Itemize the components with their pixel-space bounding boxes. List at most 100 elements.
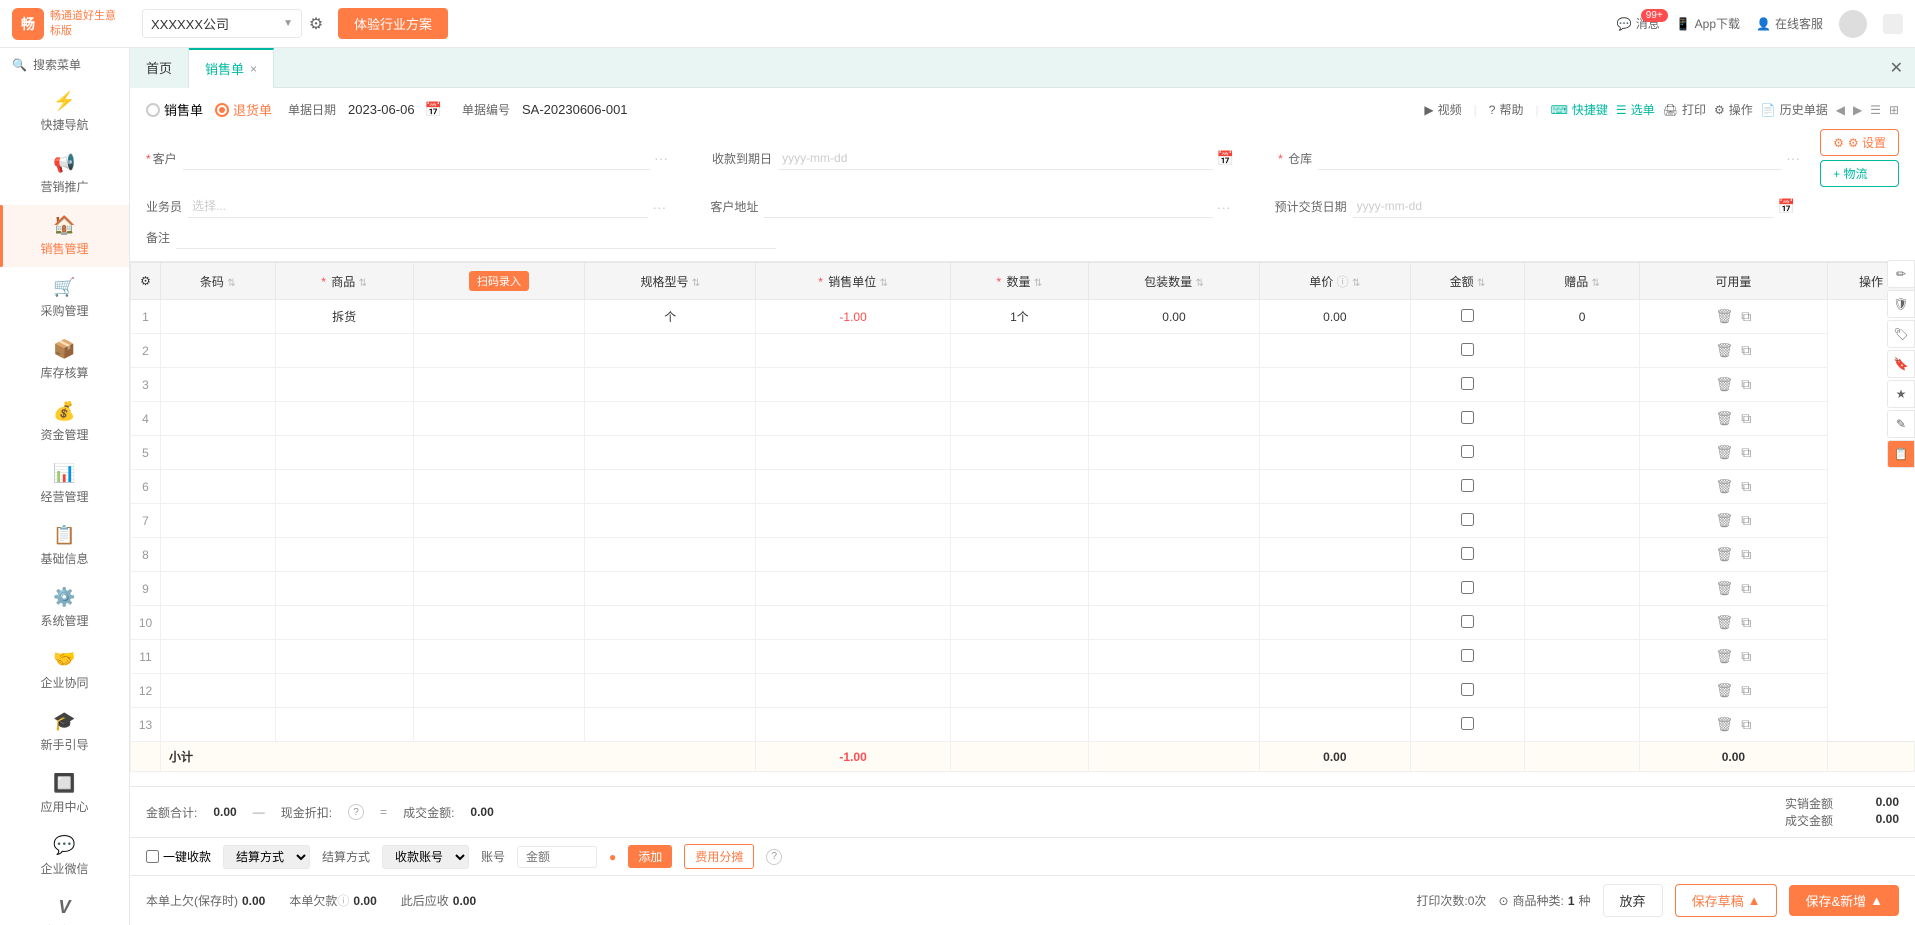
sidebar-item-finance[interactable]: 💰 资金管理: [0, 391, 129, 453]
table-container[interactable]: ⚙ 条码 ⇅ * 商品 ⇅ 扫码录入: [130, 262, 1915, 786]
radio-sale-order[interactable]: 销售单: [146, 100, 203, 119]
delete-row-btn[interactable]: 🗑: [1713, 510, 1735, 531]
salesperson-dots-btn[interactable]: ···: [648, 199, 670, 215]
settings-button[interactable]: ⚙: [302, 10, 330, 38]
expense-split-btn[interactable]: 费用分摊: [684, 844, 754, 869]
date-calendar-icon[interactable]: 📅: [421, 101, 446, 118]
th-unit[interactable]: * 销售单位 ⇅: [756, 263, 951, 300]
customer-input[interactable]: [183, 147, 650, 170]
row-unit[interactable]: 个: [585, 300, 756, 334]
sidebar-search[interactable]: 🔍 搜索菜单: [0, 48, 129, 81]
toolbar-print[interactable]: 🖨 打印: [1663, 101, 1706, 118]
payment-amount-input[interactable]: [517, 846, 597, 868]
row-gift-checkbox[interactable]: [1410, 300, 1525, 334]
toolbar-operation[interactable]: ⚙ 操作: [1714, 101, 1753, 118]
delete-row-btn[interactable]: 🗑: [1713, 306, 1735, 327]
right-panel-star[interactable]: ★: [1887, 380, 1915, 408]
addr-dots-btn[interactable]: ···: [1213, 199, 1235, 215]
warehouse-input[interactable]: 建材仓: [1318, 147, 1782, 170]
delete-row-btn[interactable]: 🗑: [1713, 408, 1735, 429]
toolbar-select[interactable]: ☰ 选单: [1616, 101, 1655, 118]
sidebar-item-app-center[interactable]: 🔲 应用中心: [0, 763, 129, 825]
copy-row-btn[interactable]: ⧉: [1739, 578, 1753, 599]
toolbar-help[interactable]: ? 帮助: [1489, 101, 1524, 118]
company-selector[interactable]: XXXXXX公司 ▼: [142, 9, 302, 38]
row-barcode[interactable]: [161, 300, 276, 334]
delete-row-btn[interactable]: 🗑: [1713, 476, 1735, 497]
avatar[interactable]: [1839, 10, 1867, 38]
customer-dots-btn[interactable]: ···: [650, 150, 672, 166]
th-gift[interactable]: 赠品 ⇅: [1525, 263, 1640, 300]
tab-sales-order[interactable]: 销售单 ×: [189, 48, 274, 88]
copy-row-btn[interactable]: ⧉: [1739, 510, 1753, 531]
row-spec[interactable]: [413, 300, 585, 334]
warehouse-dots-btn[interactable]: ···: [1782, 150, 1804, 166]
sidebar-item-quick-nav[interactable]: ⚡ 快捷导航: [0, 81, 129, 143]
app-download-button[interactable]: 📱 App下载: [1676, 15, 1740, 32]
one-click-checkbox[interactable]: [146, 850, 159, 863]
delete-row-btn[interactable]: 🗑: [1713, 544, 1735, 565]
sidebar-item-wechat[interactable]: 💬 企业微信: [0, 825, 129, 887]
th-quantity[interactable]: * 数量 ⇅: [950, 263, 1088, 300]
copy-row-btn[interactable]: ⧉: [1739, 680, 1753, 701]
sidebar-item-operations[interactable]: 📊 经营管理: [0, 453, 129, 515]
right-panel-action[interactable]: 📋: [1887, 440, 1915, 468]
copy-row-btn[interactable]: ⧉: [1739, 442, 1753, 463]
save-new-btn[interactable]: 保存&新增 ▲: [1789, 885, 1899, 916]
window-close-icon[interactable]: ✕: [1890, 60, 1903, 77]
delete-row-btn[interactable]: 🗑: [1713, 646, 1735, 667]
toolbar-shortcut[interactable]: ⌨ 快捷键: [1551, 101, 1608, 118]
expected-date-cal-icon[interactable]: 📅: [1774, 198, 1799, 215]
th-barcode[interactable]: 条码 ⇅: [161, 263, 276, 300]
th-amount[interactable]: 金额 ⇅: [1410, 263, 1525, 300]
copy-row-btn[interactable]: ⧉: [1739, 544, 1753, 565]
sidebar-item-sales[interactable]: 🏠 销售管理: [0, 205, 129, 267]
row-pack-qty[interactable]: 1个: [950, 300, 1088, 334]
right-panel-pencil[interactable]: ✎: [1887, 410, 1915, 438]
due-date-cal-icon[interactable]: 📅: [1213, 150, 1238, 167]
copy-row-btn[interactable]: ⧉: [1739, 612, 1753, 633]
copy-row-btn[interactable]: ⧉: [1739, 476, 1753, 497]
avatar-placeholder[interactable]: [1883, 14, 1903, 34]
sidebar-item-guide[interactable]: 🎓 新手引导: [0, 701, 129, 763]
logistics-btn[interactable]: + 物流: [1820, 160, 1899, 187]
th-scan[interactable]: 扫码录入: [413, 263, 585, 300]
right-panel-tag[interactable]: 🏷: [1887, 320, 1915, 348]
th-product[interactable]: * 商品 ⇅: [275, 263, 413, 300]
th-unit-price[interactable]: 单价 ⓘ ⇅: [1259, 263, 1410, 300]
payment-method-select[interactable]: 结算方式: [223, 845, 310, 869]
sidebar-item-inventory[interactable]: 📦 库存核算: [0, 329, 129, 391]
sidebar-item-marketing[interactable]: 📢 营销推广: [0, 143, 129, 205]
online-service-button[interactable]: 👤 在线客服: [1756, 15, 1823, 32]
sidebar-item-member[interactable]: V 畅会员: [0, 887, 129, 925]
sidebar-item-system[interactable]: ⚙️ 系统管理: [0, 577, 129, 639]
payment-help-icon[interactable]: ?: [766, 849, 782, 865]
payment-account-select[interactable]: 收款账号: [382, 845, 469, 869]
view-grid-icon[interactable]: ⊞: [1889, 103, 1899, 117]
th-pack-qty[interactable]: 包装数量 ⇅: [1088, 263, 1259, 300]
toolbar-history[interactable]: 📄 历史单据: [1761, 101, 1828, 118]
delete-row-btn[interactable]: 🗑: [1713, 578, 1735, 599]
copy-row-btn[interactable]: ⧉: [1739, 374, 1753, 395]
right-panel-edit[interactable]: ✏: [1887, 260, 1915, 288]
salesperson-input[interactable]: [188, 195, 648, 218]
delete-row-btn[interactable]: 🗑: [1713, 612, 1735, 633]
delete-row-btn[interactable]: 🗑: [1713, 680, 1735, 701]
delete-row-btn[interactable]: 🗑: [1713, 442, 1735, 463]
experience-btn[interactable]: 体验行业方案: [338, 8, 448, 39]
delete-row-btn[interactable]: 🗑: [1713, 714, 1735, 735]
copy-row-btn[interactable]: ⧉: [1739, 646, 1753, 667]
row-unit-price[interactable]: 0.00: [1088, 300, 1259, 334]
right-panel-shield[interactable]: 🛡: [1887, 290, 1915, 318]
save-draft-btn[interactable]: 保存草稿 ▲: [1675, 884, 1778, 917]
toolbar-video[interactable]: ▶ 视频: [1424, 101, 1461, 118]
right-panel-bookmark[interactable]: 🔖: [1887, 350, 1915, 378]
tab-close-icon[interactable]: ×: [250, 62, 257, 76]
help-icon-small[interactable]: ⓘ: [337, 894, 349, 908]
product-type-icon[interactable]: ⊙: [1498, 894, 1508, 908]
nav-next-icon[interactable]: ▶: [1853, 103, 1862, 117]
copy-row-btn[interactable]: ⧉: [1739, 714, 1753, 735]
discount-help-icon[interactable]: ?: [348, 804, 364, 820]
sidebar-item-basic-info[interactable]: 📋 基础信息: [0, 515, 129, 577]
message-button[interactable]: 💬 消息 99+: [1617, 15, 1660, 32]
